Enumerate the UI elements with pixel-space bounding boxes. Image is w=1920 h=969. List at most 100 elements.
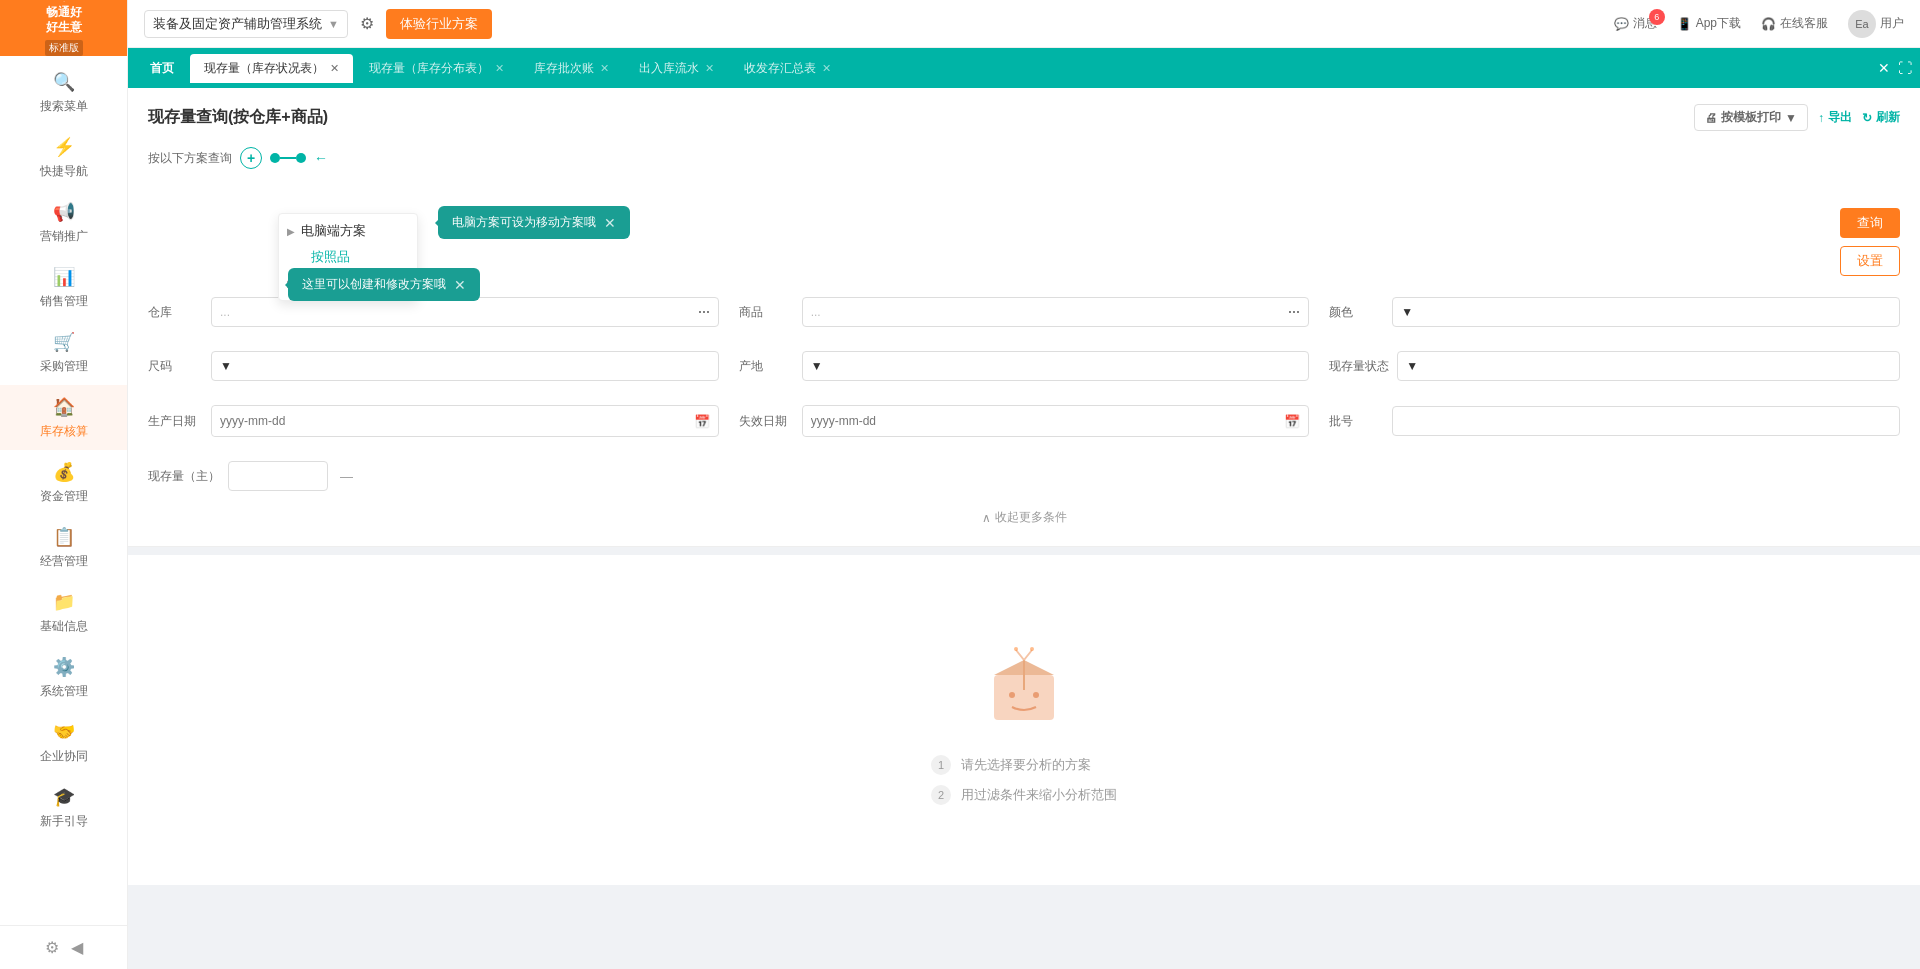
filter-expiry-date: 失效日期 📅 (739, 405, 1310, 437)
tab-stock-status[interactable]: 现存量（库存状况表） ✕ (190, 54, 353, 83)
tab-expand-icon[interactable]: ⛶ (1898, 60, 1912, 76)
sidebar-item-operations[interactable]: 📋 经营管理 (0, 515, 127, 580)
batch-input[interactable] (1392, 406, 1900, 436)
stock-amount-from-input[interactable] (228, 461, 328, 491)
tab-stock-batch[interactable]: 库存批次账 ✕ (520, 54, 623, 83)
warehouse-select-icon: ⋯ (698, 305, 710, 319)
production-date-input[interactable] (212, 406, 686, 436)
sidebar-item-basic-info[interactable]: 📁 基础信息 (0, 580, 127, 645)
sidebar-item-system[interactable]: ⚙️ 系统管理 (0, 645, 127, 710)
sidebar-item-guide[interactable]: 🎓 新手引导 (0, 775, 127, 840)
app-download-btn[interactable]: 📱 App下载 (1677, 15, 1741, 32)
tab-receive-summary-close[interactable]: ✕ (822, 62, 831, 75)
user-label: 用户 (1880, 15, 1904, 32)
message-btn[interactable]: 💬 6 消息 (1614, 15, 1657, 32)
tab-in-out-flow-close[interactable]: ✕ (705, 62, 714, 75)
scheme-desktop-label: 电脑端方案 (301, 222, 366, 240)
scheme-item-desktop[interactable]: ▶ 电脑端方案 (279, 218, 417, 244)
color-select[interactable]: ▼ (1392, 297, 1900, 327)
stock-amount-label: 现存量（主） (148, 468, 220, 485)
query-btn[interactable]: 查询 (1840, 208, 1900, 238)
goods-select[interactable]: ... ⋯ (802, 297, 1310, 327)
sidebar-item-inventory[interactable]: 🏠 库存核算 (0, 385, 127, 450)
reset-btn[interactable]: 设置 (1840, 246, 1900, 276)
sidebar-item-inventory-label: 库存核算 (40, 423, 88, 440)
production-date-calendar-icon[interactable]: 📅 (686, 414, 718, 429)
template-print-btn[interactable]: 🖨 按模板打印 ▼ (1694, 104, 1808, 131)
enterprise-icon: 🤝 (52, 720, 76, 744)
batch-label: 批号 (1329, 413, 1384, 430)
dot-connector (270, 153, 306, 163)
empty-steps: 1 请先选择要分析的方案 2 用过滤条件来缩小分析范围 (931, 755, 1117, 805)
svg-point-6 (1033, 692, 1039, 698)
step-1-num: 1 (931, 755, 951, 775)
expiry-date-label: 失效日期 (739, 413, 794, 430)
tab-stock-status-label: 现存量（库存状况表） (204, 60, 324, 77)
tab-stock-status-close[interactable]: ✕ (330, 62, 339, 75)
sidebar-item-sales[interactable]: 📊 销售管理 (0, 255, 127, 320)
export-btn[interactable]: ↑ 导出 (1818, 109, 1852, 126)
size-select[interactable]: ▼ (211, 351, 719, 381)
app-download-label: App下载 (1696, 15, 1741, 32)
filter-production-date: 生产日期 📅 (148, 405, 719, 437)
scheme-expand-icon: ▶ (287, 226, 295, 237)
sidebar-item-system-label: 系统管理 (40, 683, 88, 700)
refresh-btn[interactable]: ↻ 刷新 (1862, 109, 1900, 126)
sidebar-item-search[interactable]: 🔍 搜索菜单 (0, 60, 127, 125)
origin-select[interactable]: ▼ (802, 351, 1310, 381)
tab-home[interactable]: 首页 (136, 54, 188, 83)
sidebar-item-enterprise[interactable]: 🤝 企业协同 (0, 710, 127, 775)
collapse-sidebar-icon[interactable]: ◀ (71, 938, 83, 957)
inventory-icon: 🏠 (52, 395, 76, 419)
tab-stock-batch-close[interactable]: ✕ (600, 62, 609, 75)
filter-header-label: 按以下方案查询 (148, 150, 232, 167)
tab-in-out-flow[interactable]: 出入库流水 ✕ (625, 54, 728, 83)
online-support-label: 在线客服 (1780, 15, 1828, 32)
tab-close-all-icon[interactable]: ✕ (1878, 60, 1890, 76)
collapse-up-icon: ∧ (982, 511, 991, 525)
tab-stock-dist-close[interactable]: ✕ (495, 62, 504, 75)
step-2-num: 2 (931, 785, 951, 805)
tooltip-modify-close[interactable]: ✕ (454, 277, 466, 293)
tooltip-scheme-close[interactable]: ✕ (604, 215, 616, 231)
stock-status-select[interactable]: ▼ (1397, 351, 1900, 381)
add-scheme-btn[interactable]: + (240, 147, 262, 169)
online-support-btn[interactable]: 🎧 在线客服 (1761, 15, 1828, 32)
template-print-chevron: ▼ (1785, 111, 1797, 125)
sidebar-item-quick-nav[interactable]: ⚡ 快捷导航 (0, 125, 127, 190)
tab-stock-dist[interactable]: 现存量（库存分布表） ✕ (355, 54, 518, 83)
finance-icon: 💰 (52, 460, 76, 484)
collapse-btn[interactable]: ∧ 收起更多条件 (148, 499, 1900, 530)
filter-back-arrow[interactable]: ← (314, 150, 328, 166)
tooltip-scheme-text: 电脑方案可设为移动方案哦 (452, 214, 596, 231)
production-date-input-group: 📅 (211, 405, 719, 437)
goods-label: 商品 (739, 304, 794, 321)
step-1-text: 请先选择要分析的方案 (961, 756, 1091, 774)
system-selector[interactable]: 装备及固定资产辅助管理系统 ▼ (144, 10, 348, 38)
settings-icon[interactable]: ⚙ (45, 938, 59, 957)
scheme-sub-item[interactable]: 按照品 (303, 244, 417, 270)
production-date-label: 生产日期 (148, 413, 203, 430)
message-badge: 6 (1649, 9, 1665, 25)
origin-label: 产地 (739, 358, 794, 375)
expiry-date-input-group: 📅 (802, 405, 1310, 437)
sidebar-item-operations-label: 经营管理 (40, 553, 88, 570)
expiry-date-calendar-icon[interactable]: 📅 (1276, 414, 1308, 429)
user-menu-btn[interactable]: Ea 用户 (1848, 10, 1904, 38)
warehouse-label: 仓库 (148, 304, 203, 321)
warehouse-select[interactable]: ... ⋯ (211, 297, 719, 327)
svg-point-10 (1030, 647, 1034, 651)
svg-line-9 (1024, 650, 1032, 660)
sidebar-item-marketing[interactable]: 📢 营销推广 (0, 190, 127, 255)
topbar-gear-icon[interactable]: ⚙ (360, 14, 374, 33)
tab-receive-summary[interactable]: 收发存汇总表 ✕ (730, 54, 845, 83)
sidebar-item-purchase[interactable]: 🛒 采购管理 (0, 320, 127, 385)
empty-step-1: 1 请先选择要分析的方案 (931, 755, 1117, 775)
marketing-icon: 📢 (52, 200, 76, 224)
sidebar-item-finance[interactable]: 💰 资金管理 (0, 450, 127, 515)
export-icon: ↑ (1818, 111, 1824, 125)
svg-line-7 (1016, 650, 1024, 660)
trial-btn[interactable]: 体验行业方案 (386, 9, 492, 39)
basic-info-icon: 📁 (52, 590, 76, 614)
expiry-date-input[interactable] (803, 406, 1277, 436)
